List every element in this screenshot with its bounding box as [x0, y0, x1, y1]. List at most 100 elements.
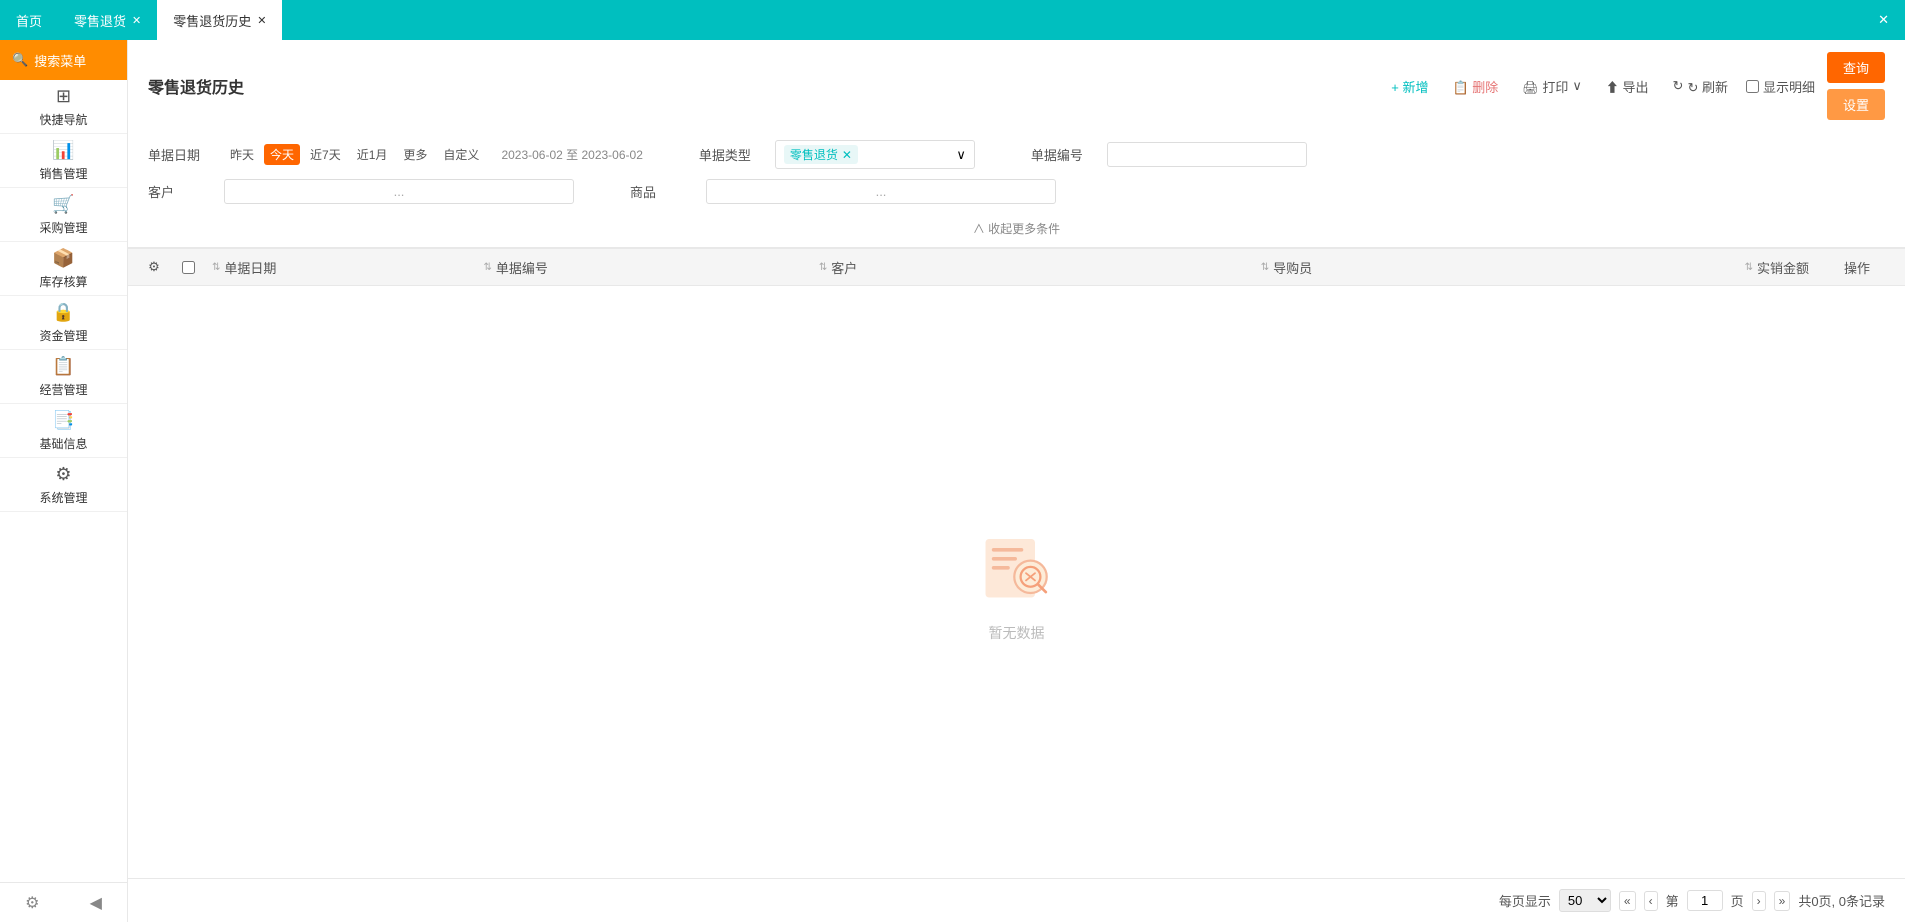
- doc-no-input[interactable]: [1107, 142, 1307, 167]
- date-custom[interactable]: 自定义: [437, 144, 485, 165]
- purchase-mgmt-icon: 🛒: [52, 194, 74, 215]
- sidebar-item-ops-mgmt-label: 经营管理: [39, 381, 87, 398]
- print-button[interactable]: 🖨 打印 ∨: [1516, 73, 1588, 100]
- sidebar-item-funds-mgmt[interactable]: 🔒 资金管理: [0, 296, 127, 350]
- th-customer[interactable]: ⇅ 客户: [811, 258, 1253, 277]
- filter-row-2: 客户 ... 商品 ...: [148, 179, 1885, 204]
- show-detail-label: 显示明细: [1763, 77, 1815, 96]
- delete-button[interactable]: 📋 删除: [1446, 73, 1504, 100]
- ops-mgmt-icon: 📋: [52, 356, 74, 377]
- tab-retail-return-history-label: 零售退货历史: [173, 11, 251, 30]
- page-size-select[interactable]: 20 50 100: [1559, 889, 1611, 912]
- quick-nav-icon: ⊞: [56, 86, 71, 107]
- settings-bottom-icon[interactable]: ⚙: [25, 893, 39, 913]
- sidebar-item-system-mgmt-label: 系统管理: [39, 489, 87, 506]
- sidebar-item-quick-nav[interactable]: ⊞ 快捷导航: [0, 80, 127, 134]
- th-customer-sort-icon: ⇅: [819, 262, 827, 273]
- empty-state-label: 暂无数据: [989, 623, 1045, 643]
- tab-retail-return-close[interactable]: ✕: [132, 14, 141, 27]
- set-button[interactable]: 设置: [1827, 89, 1885, 120]
- export-button-label: ⬆ 导出: [1606, 77, 1649, 96]
- main-layout: 🔍 搜索菜单 ⊞ 快捷导航 📊 销售管理 🛒 采购管理 📦 库存核算 🔒: [0, 40, 1905, 922]
- collapse-filter-label: ∧ 收起更多条件: [973, 220, 1060, 237]
- page-title: 零售退货历史: [148, 74, 244, 98]
- pagination: 每页显示 20 50 100 « ‹ 第 页 › » 共0页, 0条记录: [128, 878, 1905, 922]
- select-all-checkbox[interactable]: [182, 261, 195, 274]
- sidebar-item-system-mgmt[interactable]: ⚙ 系统管理: [0, 458, 127, 512]
- refresh-icon: ↻: [1673, 78, 1684, 94]
- page-number-input[interactable]: [1687, 890, 1723, 911]
- tab-retail-return-label: 零售退货: [74, 11, 126, 30]
- system-mgmt-icon: ⚙: [55, 464, 71, 485]
- customer-filter-label: 客户: [148, 182, 208, 201]
- date-filter-label: 单据日期: [148, 145, 208, 164]
- sidebar-item-ops-mgmt[interactable]: 📋 经营管理: [0, 350, 127, 404]
- query-button[interactable]: 查询: [1827, 52, 1885, 83]
- doc-type-select[interactable]: 零售退货 ✕ ∨: [775, 140, 975, 169]
- sidebar-item-basic-info[interactable]: 📑 基础信息: [0, 404, 127, 458]
- th-guide[interactable]: ⇅ 导购员: [1253, 258, 1588, 277]
- sidebar-item-purchase-mgmt-label: 采购管理: [39, 219, 87, 236]
- page-header: 零售退货历史 + 新增 📋 删除 🖨 打印 ∨ ⬆ 导出: [128, 40, 1905, 248]
- goods-filter-label: 商品: [630, 182, 690, 201]
- goods-filter-input[interactable]: ...: [706, 179, 1056, 204]
- page-last-button[interactable]: »: [1774, 891, 1791, 911]
- page-input-prefix: 第: [1666, 891, 1679, 910]
- inventory-calc-icon: 📦: [52, 248, 74, 269]
- collapse-filter-bar[interactable]: ∧ 收起更多条件: [148, 214, 1885, 247]
- sidebar: 🔍 搜索菜单 ⊞ 快捷导航 📊 销售管理 🛒 采购管理 📦 库存核算 🔒: [0, 40, 128, 922]
- page-size-label: 每页显示: [1499, 891, 1551, 910]
- tab-home[interactable]: 首页: [0, 0, 58, 40]
- new-button-label: + 新增: [1391, 77, 1428, 96]
- show-detail-checkbox[interactable]: [1746, 80, 1759, 93]
- new-button[interactable]: + 新增: [1385, 73, 1434, 100]
- page-first-button[interactable]: «: [1619, 891, 1636, 911]
- sidebar-item-sales-mgmt[interactable]: 📊 销售管理: [0, 134, 127, 188]
- date-range-display: 2023-06-02 至 2023-06-02: [501, 146, 642, 163]
- table-area: ⚙ ⇅ 单据日期 ⇅ 单据编号 ⇅ 客户 ⇅: [128, 248, 1905, 878]
- page-total-label: 共0页, 0条记录: [1798, 891, 1885, 910]
- sidebar-item-funds-mgmt-label: 资金管理: [39, 327, 87, 344]
- show-detail-checkbox-group[interactable]: 显示明细: [1746, 77, 1815, 96]
- date-today[interactable]: 今天: [264, 144, 300, 165]
- top-bar: 首页 零售退货 ✕ 零售退货历史 ✕ ✕: [0, 0, 1905, 40]
- th-amount[interactable]: ⇅ 实销金额: [1588, 258, 1817, 277]
- filter-row-1: 单据日期 昨天 今天 近7天 近1月 更多 自定义 2023-06-02 至 2…: [148, 140, 1885, 169]
- export-button[interactable]: ⬆ 导出: [1600, 73, 1655, 100]
- th-guide-label: 导购员: [1273, 258, 1312, 277]
- th-settings[interactable]: ⚙: [136, 259, 172, 275]
- th-checkbox[interactable]: [172, 261, 204, 274]
- th-amount-sort-icon: ⇅: [1745, 262, 1753, 273]
- empty-state-icon: [972, 521, 1062, 611]
- tab-retail-return[interactable]: 零售退货 ✕: [58, 0, 157, 40]
- print-dropdown-icon: ∨: [1572, 78, 1582, 94]
- customer-filter-input[interactable]: ...: [224, 179, 574, 204]
- sidebar-item-purchase-mgmt[interactable]: 🛒 采购管理: [0, 188, 127, 242]
- content-area: 零售退货历史 + 新增 📋 删除 🖨 打印 ∨ ⬆ 导出: [128, 40, 1905, 922]
- date-1month[interactable]: 近1月: [351, 144, 394, 165]
- th-amount-label: 实销金额: [1757, 258, 1809, 277]
- date-7days[interactable]: 近7天: [304, 144, 347, 165]
- sidebar-item-sales-mgmt-label: 销售管理: [39, 165, 87, 182]
- funds-mgmt-icon: 🔒: [52, 302, 74, 323]
- tab-retail-return-history-close[interactable]: ✕: [257, 14, 266, 27]
- date-more[interactable]: 更多: [397, 144, 433, 165]
- doc-type-tag-remove[interactable]: ✕: [842, 148, 852, 162]
- th-operation-label: 操作: [1844, 258, 1870, 277]
- date-shortcuts: 昨天 今天 近7天 近1月 更多 自定义: [224, 144, 485, 165]
- th-date[interactable]: ⇅ 单据日期: [204, 258, 476, 277]
- collapse-sidebar-icon[interactable]: ◀: [90, 893, 102, 913]
- tab-retail-return-history[interactable]: 零售退货历史 ✕: [157, 0, 282, 40]
- sidebar-search[interactable]: 🔍 搜索菜单: [0, 40, 127, 80]
- doc-type-dropdown-icon: ∨: [956, 147, 966, 163]
- th-doc-no-sort-icon: ⇅: [484, 262, 492, 273]
- window-close-button[interactable]: ✕: [1878, 12, 1905, 28]
- sidebar-item-inventory-calc[interactable]: 📦 库存核算: [0, 242, 127, 296]
- date-yesterday[interactable]: 昨天: [224, 144, 260, 165]
- page-prev-button[interactable]: ‹: [1644, 891, 1658, 911]
- page-next-button[interactable]: ›: [1752, 891, 1766, 911]
- sidebar-item-basic-info-label: 基础信息: [39, 435, 87, 452]
- th-doc-no[interactable]: ⇅ 单据编号: [476, 258, 811, 277]
- refresh-button[interactable]: ↻ ↻ 刷新: [1667, 73, 1734, 100]
- sales-mgmt-icon: 📊: [52, 140, 74, 161]
